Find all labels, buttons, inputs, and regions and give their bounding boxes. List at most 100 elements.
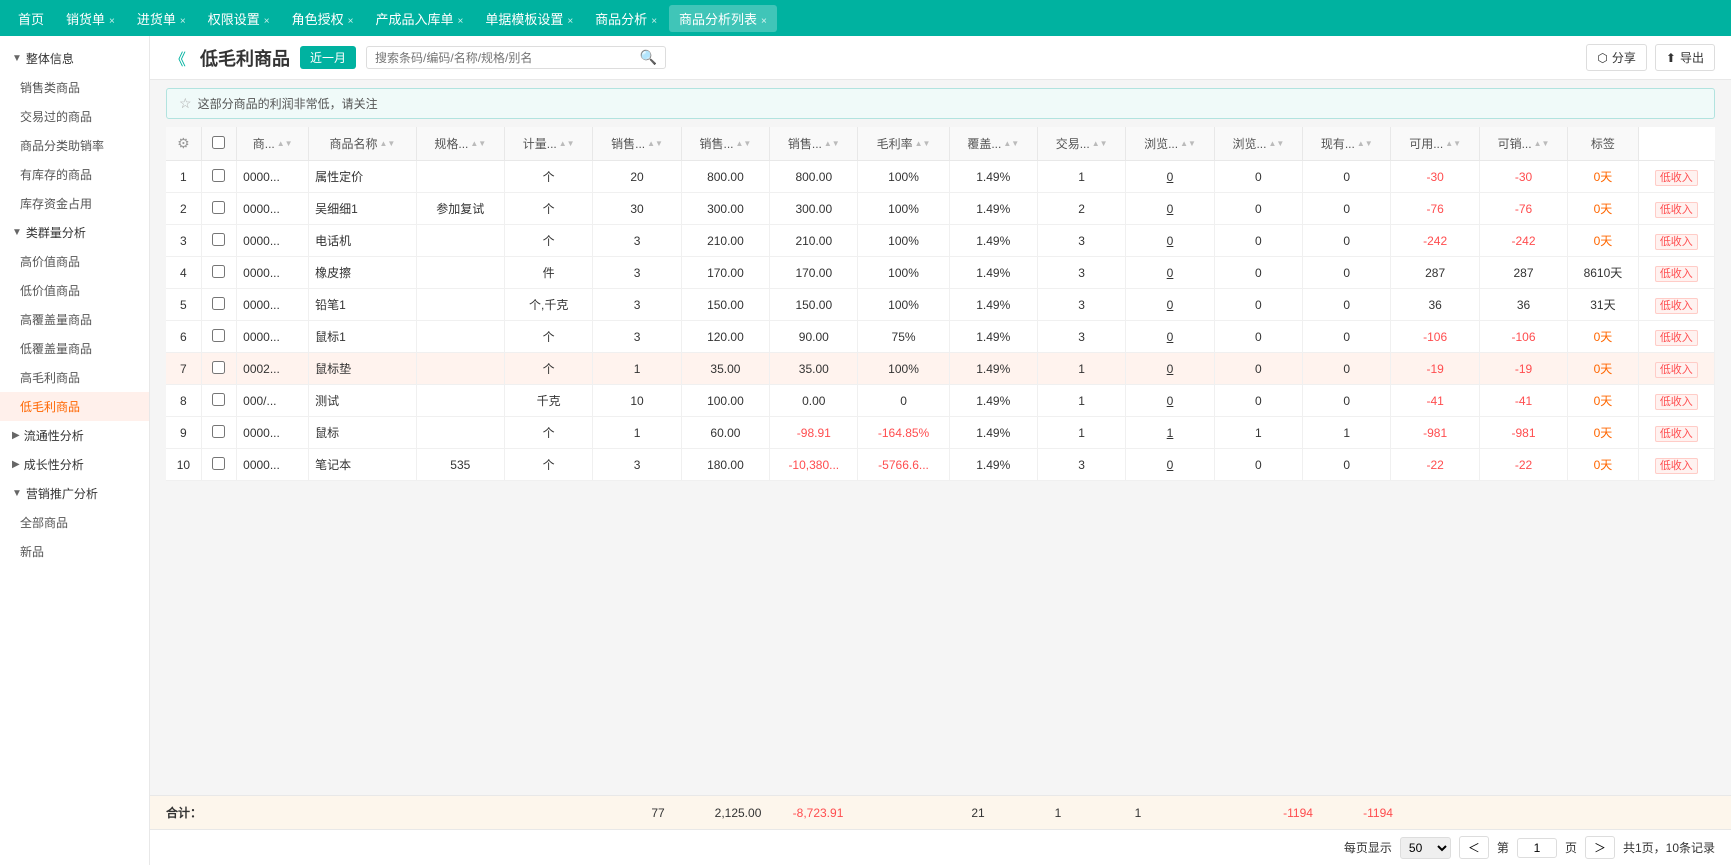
nav-home[interactable]: 首页	[8, 5, 54, 32]
page-number-input[interactable]	[1517, 838, 1557, 858]
row-checkbox[interactable]	[201, 257, 236, 289]
sidebar-group-overview[interactable]: ▼ 整体信息	[0, 44, 149, 73]
qty-sort[interactable]: 销售...▲▼	[611, 135, 663, 152]
unit-sort[interactable]: 计量...▲▼	[523, 135, 575, 152]
sidebar-item-in-stock-goods[interactable]: 有库存的商品	[0, 160, 149, 189]
browse2-sort[interactable]: 浏览...▲▼	[1232, 135, 1284, 152]
select-all-checkbox[interactable]	[212, 136, 225, 149]
nav-products-in[interactable]: 产成品入库单×	[365, 5, 473, 32]
close-icon[interactable]: ×	[180, 16, 186, 27]
col-browse1[interactable]: 浏览...▲▼	[1126, 127, 1214, 161]
sidebar-item-new-goods[interactable]: 新品	[0, 537, 149, 566]
nav-templates[interactable]: 单据模板设置×	[475, 5, 583, 32]
row-checkbox[interactable]	[201, 449, 236, 481]
row-trade[interactable]: 0	[1126, 321, 1214, 353]
row-trade[interactable]: 0	[1126, 289, 1214, 321]
col-qty[interactable]: 销售...▲▼	[593, 127, 681, 161]
sidebar-item-low-value[interactable]: 低价值商品	[0, 276, 149, 305]
search-icon[interactable]: 🔍	[640, 49, 657, 66]
sidebar-group-marketing[interactable]: ▼ 营销推广分析	[0, 479, 149, 508]
close-icon[interactable]: ×	[109, 16, 115, 27]
name-sort[interactable]: 商品名称▲▼	[329, 135, 395, 152]
col-sellable[interactable]: 可销...▲▼	[1479, 127, 1567, 161]
sidebar-item-sales-goods[interactable]: 销售类商品	[0, 73, 149, 102]
sidebar-item-all-goods[interactable]: 全部商品	[0, 508, 149, 537]
row-trade[interactable]: 0	[1126, 225, 1214, 257]
row-checkbox[interactable]	[201, 385, 236, 417]
per-page-select[interactable]: 50 100 200	[1400, 837, 1451, 859]
col-unit[interactable]: 计量...▲▼	[504, 127, 592, 161]
row-checkbox[interactable]	[201, 321, 236, 353]
stock-sort[interactable]: 现有...▲▼	[1321, 135, 1373, 152]
amount-sort[interactable]: 销售...▲▼	[788, 135, 840, 152]
coverage-sort[interactable]: 覆盖...▲▼	[967, 135, 1019, 152]
code-sort[interactable]: 商...▲▼	[253, 135, 293, 152]
row-trade[interactable]: 0	[1126, 449, 1214, 481]
next-page-button[interactable]: ＞	[1585, 836, 1615, 859]
col-browse2[interactable]: 浏览...▲▼	[1214, 127, 1302, 161]
col-amount[interactable]: 销售...▲▼	[770, 127, 858, 161]
sidebar-item-stock-capital[interactable]: 库存资金占用	[0, 189, 149, 218]
row-checkbox[interactable]	[201, 193, 236, 225]
nav-permissions[interactable]: 权限设置×	[198, 5, 280, 32]
close-icon[interactable]: ×	[567, 16, 573, 27]
gross-sort[interactable]: 毛利率▲▼	[877, 135, 931, 152]
nav-sales[interactable]: 销货单×	[56, 5, 125, 32]
export-button[interactable]: ⬆ 导出	[1655, 44, 1715, 71]
browse1-sort[interactable]: 浏览...▲▼	[1144, 135, 1196, 152]
row-trade[interactable]: 1	[1126, 417, 1214, 449]
col-spec[interactable]: 规格...▲▼	[416, 127, 504, 161]
row-trade[interactable]: 0	[1126, 257, 1214, 289]
date-filter-button[interactable]: 近一月	[300, 46, 356, 69]
nav-purchase[interactable]: 进货单×	[127, 5, 196, 32]
row-trade[interactable]: 0	[1126, 161, 1214, 193]
row-checkbox[interactable]	[201, 353, 236, 385]
col-code[interactable]: 商...▲▼	[237, 127, 309, 161]
prev-page-button[interactable]: ＜	[1459, 836, 1489, 859]
row-trade[interactable]: 0	[1126, 353, 1214, 385]
row-trade[interactable]: 0	[1126, 385, 1214, 417]
col-gross[interactable]: 毛利率▲▼	[858, 127, 949, 161]
sidebar-item-category-sales-rate[interactable]: 商品分类助销率	[0, 131, 149, 160]
sidebar-group-cluster[interactable]: ▼ 类群量分析	[0, 218, 149, 247]
col-checkbox[interactable]	[201, 127, 236, 161]
spec-sort[interactable]: 规格...▲▼	[434, 135, 486, 152]
close-icon[interactable]: ×	[264, 16, 270, 27]
search-input[interactable]	[375, 51, 640, 65]
sellable-sort[interactable]: 可销...▲▼	[1498, 135, 1550, 152]
sidebar-item-low-coverage[interactable]: 低覆盖量商品	[0, 334, 149, 363]
row-checkbox[interactable]	[201, 289, 236, 321]
row-checkbox[interactable]	[201, 161, 236, 193]
share-button[interactable]: ⬡ 分享	[1586, 44, 1647, 71]
row-checkbox[interactable]	[201, 417, 236, 449]
close-icon[interactable]: ×	[651, 16, 657, 27]
sidebar-item-low-margin[interactable]: 低毛利商品	[0, 392, 149, 421]
col-stock[interactable]: 现有...▲▼	[1303, 127, 1391, 161]
sidebar-item-high-coverage[interactable]: 高覆盖量商品	[0, 305, 149, 334]
collapse-sidebar-button[interactable]: 《	[166, 46, 190, 70]
col-coverage[interactable]: 覆盖...▲▼	[949, 127, 1037, 161]
settings-icon[interactable]: ⚙	[177, 135, 190, 151]
sidebar-group-liquidity[interactable]: ▶ 流通性分析	[0, 421, 149, 450]
sidebar-item-high-margin[interactable]: 高毛利商品	[0, 363, 149, 392]
sidebar-item-high-value[interactable]: 高价值商品	[0, 247, 149, 276]
col-price[interactable]: 销售...▲▼	[681, 127, 769, 161]
nav-goods-analysis-list[interactable]: 商品分析列表×	[669, 5, 777, 32]
price-sort[interactable]: 销售...▲▼	[699, 135, 751, 152]
row-trade[interactable]: 0	[1126, 193, 1214, 225]
avail-sort[interactable]: 可用...▲▼	[1409, 135, 1461, 152]
nav-roles[interactable]: 角色授权×	[282, 5, 364, 32]
sidebar-group-growth[interactable]: ▶ 成长性分析	[0, 450, 149, 479]
row-checkbox[interactable]	[201, 225, 236, 257]
sidebar-item-traded-goods[interactable]: 交易过的商品	[0, 102, 149, 131]
close-icon[interactable]: ×	[348, 16, 354, 27]
close-icon[interactable]: ×	[761, 16, 767, 27]
nav-goods-analysis[interactable]: 商品分析×	[585, 5, 667, 32]
col-name[interactable]: 商品名称▲▼	[309, 127, 416, 161]
col-tag[interactable]: 标签	[1568, 127, 1638, 161]
col-settings[interactable]: ⚙	[166, 127, 201, 161]
col-avail[interactable]: 可用...▲▼	[1391, 127, 1479, 161]
close-icon[interactable]: ×	[457, 16, 463, 27]
trade-sort[interactable]: 交易...▲▼	[1056, 135, 1108, 152]
col-trade[interactable]: 交易...▲▼	[1037, 127, 1125, 161]
